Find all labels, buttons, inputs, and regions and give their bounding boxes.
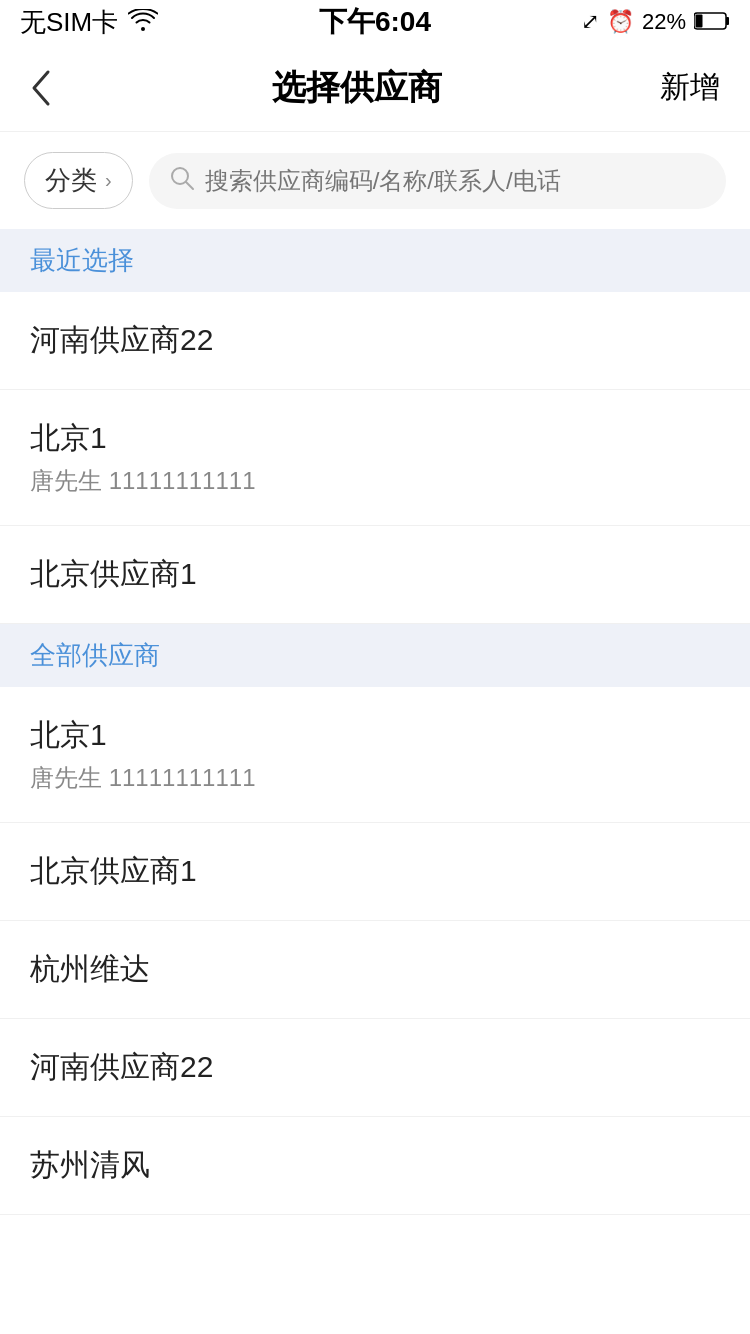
list-item[interactable]: 杭州维达 [0, 921, 750, 1019]
item-sub: 唐先生 11111111111 [30, 762, 720, 794]
item-name: 河南供应商22 [30, 320, 720, 361]
no-sim-text: 无SIM卡 [20, 5, 118, 40]
recent-section-label: 最近选择 [30, 245, 134, 275]
category-label: 分类 [45, 163, 97, 198]
list-item[interactable]: 北京供应商1 [0, 823, 750, 921]
all-section-label: 全部供应商 [30, 640, 160, 670]
list-item[interactable]: 北京1 唐先生 11111111111 [0, 687, 750, 823]
recent-section-header: 最近选择 [0, 229, 750, 292]
nav-bar: 选择供应商 新增 [0, 44, 750, 132]
status-left: 无SIM卡 [20, 5, 158, 40]
search-icon [169, 165, 195, 197]
filter-bar: 分类 › [0, 132, 750, 229]
svg-rect-1 [726, 17, 729, 25]
battery-text: 22% [642, 9, 686, 35]
category-button[interactable]: 分类 › [24, 152, 133, 209]
item-name: 苏州清风 [30, 1145, 720, 1186]
item-name: 北京1 [30, 418, 720, 459]
status-right: ⤢ ⏰ 22% [581, 8, 730, 36]
svg-line-4 [186, 182, 193, 189]
list-item[interactable]: 苏州清风 [0, 1117, 750, 1215]
item-name: 北京供应商1 [30, 851, 720, 892]
chevron-right-icon: › [105, 169, 112, 192]
item-name: 北京1 [30, 715, 720, 756]
search-box [149, 153, 726, 209]
search-input[interactable] [205, 167, 706, 195]
svg-rect-2 [696, 15, 703, 28]
all-list: 北京1 唐先生 11111111111 北京供应商1 杭州维达河南供应商22 苏州清风 [0, 687, 750, 1215]
battery-icon [694, 8, 730, 36]
item-sub: 唐先生 11111111111 [30, 465, 720, 497]
list-item[interactable]: 北京1 唐先生 11111111111 [0, 390, 750, 526]
list-item[interactable]: 河南供应商22 [0, 1019, 750, 1117]
all-section-header: 全部供应商 [0, 624, 750, 687]
alarm-icon: ⏰ [607, 9, 634, 35]
item-name: 北京供应商1 [30, 554, 720, 595]
status-time: 下午6:04 [319, 3, 431, 41]
item-name: 杭州维达 [30, 949, 720, 990]
location-icon: ⤢ [581, 9, 599, 35]
recent-list: 河南供应商22 北京1 唐先生 11111111111 北京供应商1 [0, 292, 750, 624]
status-bar: 无SIM卡 下午6:04 ⤢ ⏰ 22% [0, 0, 750, 44]
add-button[interactable]: 新增 [660, 67, 720, 108]
wifi-icon [128, 7, 158, 38]
back-button[interactable] [30, 68, 54, 108]
page-title: 选择供应商 [272, 65, 442, 111]
list-item[interactable]: 河南供应商22 [0, 292, 750, 390]
item-name: 河南供应商22 [30, 1047, 720, 1088]
list-item[interactable]: 北京供应商1 [0, 526, 750, 624]
